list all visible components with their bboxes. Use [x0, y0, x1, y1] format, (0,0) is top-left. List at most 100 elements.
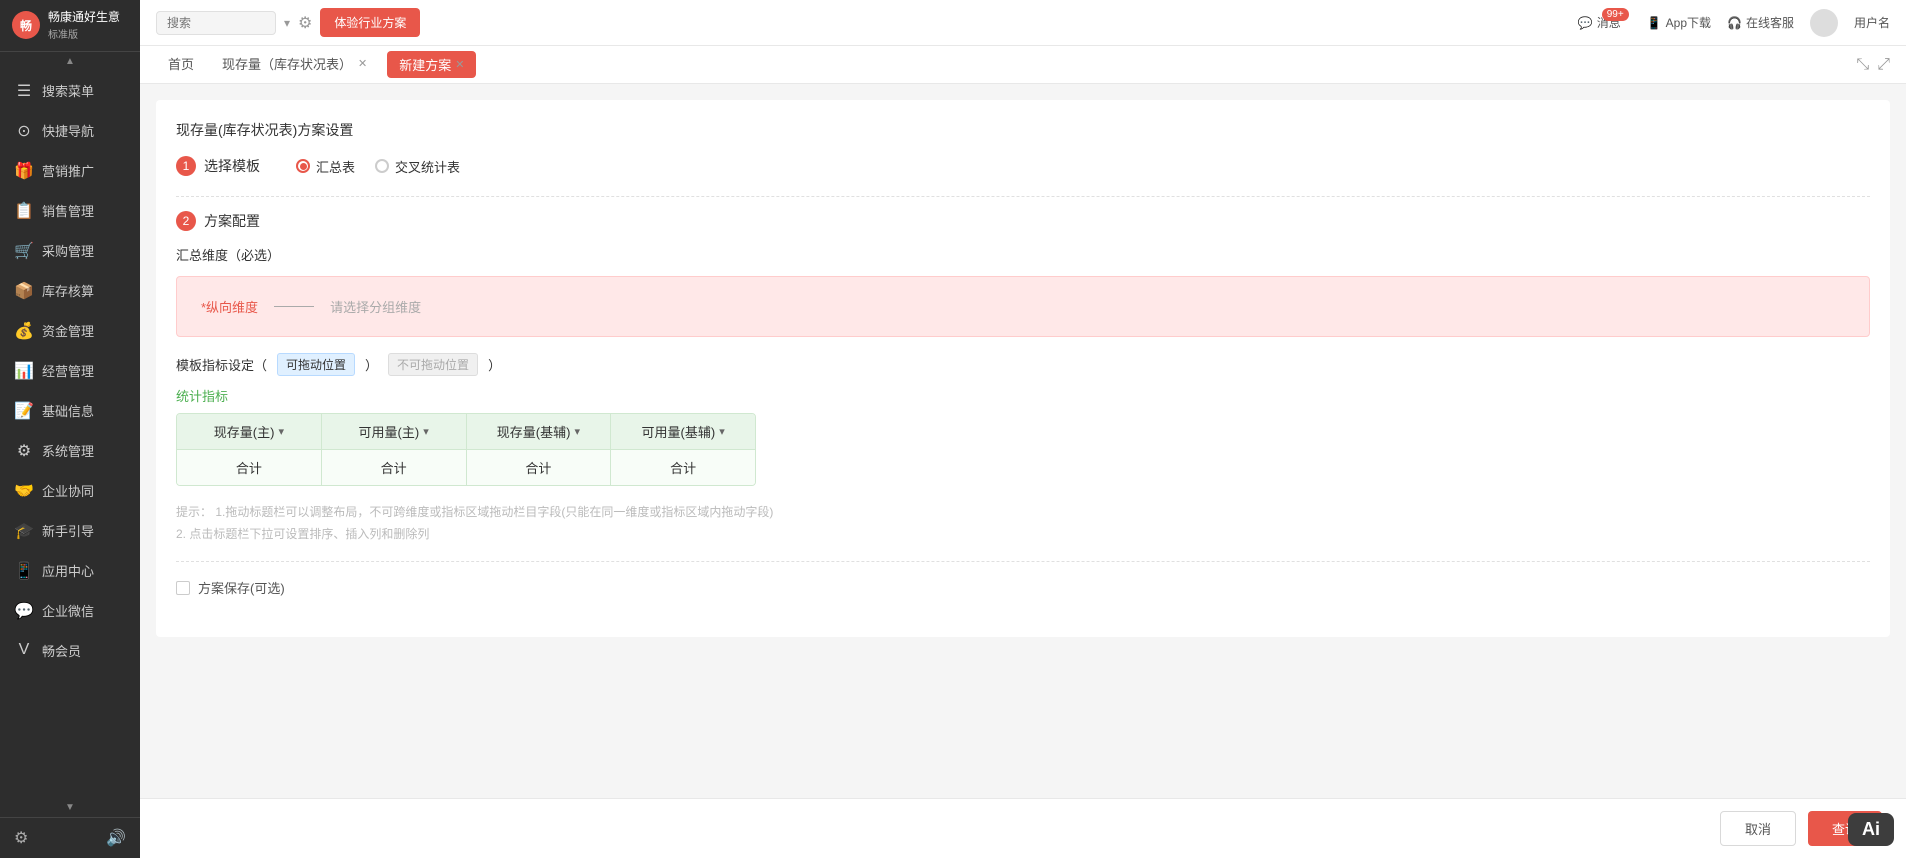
draggable-badge: 可拖动位置 [277, 353, 355, 376]
maximize-icon[interactable]: ⤡ [1856, 56, 1869, 74]
sidebar-scroll-up[interactable]: ▲ [0, 52, 140, 71]
stats-section: 统计指标 现存量(主) ▾ 可用量(主) ▾ [176, 386, 1870, 486]
col-footer-3: 合计 [611, 449, 755, 485]
chevron-icon-0: ▾ [278, 425, 284, 438]
tab-bar: 首页 现存量（库存状况表） ✕ 新建方案 ✕ ⤡ ⤢ [140, 46, 1906, 84]
username-label: 用户名 [1854, 14, 1890, 31]
app-download-button[interactable]: 📱 App下载 [1647, 14, 1711, 31]
sidebar-item-finance[interactable]: 💰 资金管理 [0, 311, 140, 351]
content-area: 现存量(库存状况表)方案设置 1 选择模板 汇总表 交叉统计表 [140, 84, 1906, 798]
avatar[interactable] [1810, 9, 1838, 37]
tab-close-icon[interactable]: ✕ [358, 57, 367, 70]
radio-dot-summary [296, 159, 310, 173]
system-icon: ⚙ [14, 441, 34, 461]
tab-new-plan[interactable]: 新建方案 ✕ [387, 51, 476, 78]
sidebar-item-basic-info[interactable]: 📝 基础信息 [0, 391, 140, 431]
sidebar-scroll-down[interactable]: ▼ [0, 798, 140, 817]
section-plan: 2 方案配置 汇总维度（必选） *纵向维度 请选择分组维度 模板指标设定（ 可拖… [176, 211, 1870, 597]
sidebar-item-label: 经营管理 [42, 361, 94, 380]
col-header-0[interactable]: 现存量(主) ▾ [177, 414, 322, 449]
section1-title: 选择模板 [204, 156, 260, 176]
sidebar-item-app-center[interactable]: 📱 应用中心 [0, 551, 140, 591]
sidebar-item-sales[interactable]: 📋 销售管理 [0, 191, 140, 231]
chevron-icon-3: ▾ [719, 425, 725, 438]
required-field-label: *纵向维度 [201, 297, 258, 316]
sidebar-item-label: 企业微信 [42, 601, 94, 620]
marketing-icon: 🎁 [14, 161, 34, 181]
inventory-icon: 📦 [14, 281, 34, 301]
tips-area: 提示： 1.拖动标题栏可以调整布局，不可跨维度或指标区域拖动栏目字段(只能在同一… [176, 502, 1870, 545]
radio-cross[interactable]: 交叉统计表 [375, 157, 460, 176]
basic-info-icon: 📝 [14, 401, 34, 421]
sidebar-item-label: 资金管理 [42, 321, 94, 340]
tab-controls: ⤡ ⤢ [1856, 56, 1890, 74]
sidebar-item-system[interactable]: ⚙ 系统管理 [0, 431, 140, 471]
tab-new-close-icon[interactable]: ✕ [455, 58, 464, 71]
app-edition: 标准版 [48, 26, 120, 41]
gear-icon[interactable]: ⚙ [298, 13, 312, 33]
sidebar-item-label: 快捷导航 [42, 121, 94, 140]
sidebar-item-label: 基础信息 [42, 401, 94, 420]
dimension-label: 汇总维度（必选） [176, 245, 1870, 264]
section2-title: 方案配置 [204, 211, 260, 231]
sidebar-item-membership[interactable]: V 畅会员 [0, 631, 140, 670]
required-dimension-area: *纵向维度 请选择分组维度 [176, 276, 1870, 337]
sidebar-bottom: ⚙ 🔊 [0, 817, 140, 858]
tip-1: 提示： 1.拖动标题栏可以调整布局，不可跨维度或指标区域拖动栏目字段(只能在同一… [176, 502, 1870, 524]
col-header-3[interactable]: 可用量(基辅) ▾ [611, 414, 755, 449]
sidebar-item-quick-nav[interactable]: ⊙ 快捷导航 [0, 111, 140, 151]
section-divider-1 [176, 196, 1870, 197]
tab-new-label: 新建方案 [399, 55, 451, 74]
sidebar-item-contracts[interactable]: 🤝 企业协同 [0, 471, 140, 511]
dimension-placeholder[interactable]: 请选择分组维度 [330, 297, 421, 316]
sidebar-item-label: 系统管理 [42, 441, 94, 460]
tab-inventory-status[interactable]: 现存量（库存状况表） ✕ [210, 46, 379, 83]
chevron-down-icon[interactable]: ▾ [284, 16, 290, 30]
search-menu-icon: ☰ [14, 81, 34, 101]
trial-button[interactable]: 体验行业方案 [320, 8, 420, 37]
stats-title: 统计指标 [176, 386, 1870, 405]
contracts-icon: 🤝 [14, 481, 34, 501]
message-badge: 99+ [1602, 8, 1629, 21]
audio-icon[interactable]: 🔊 [106, 828, 126, 848]
purchase-icon: 🛒 [14, 241, 34, 261]
search-input[interactable] [156, 11, 276, 35]
chevron-icon-1: ▾ [423, 425, 429, 438]
sidebar-item-wechat[interactable]: 💬 企业微信 [0, 591, 140, 631]
app-name: 畅康通好生意 [48, 10, 120, 26]
sidebar-item-label: 新手引导 [42, 521, 94, 540]
ai-label: Ai [1862, 819, 1880, 840]
operations-icon: 📊 [14, 361, 34, 381]
message-button[interactable]: 💬 消息 99+ [1578, 14, 1621, 31]
sidebar-item-marketing[interactable]: 🎁 营销推广 [0, 151, 140, 191]
col-header-2[interactable]: 现存量(基辅) ▾ [467, 414, 612, 449]
sidebar-item-inventory[interactable]: 📦 库存核算 [0, 271, 140, 311]
sidebar-item-newbie[interactable]: 🎓 新手引导 [0, 511, 140, 551]
settings-icon[interactable]: ⚙ [14, 828, 28, 848]
topbar-left: ▾ ⚙ 体验行业方案 [156, 8, 1566, 37]
col-footer-1: 合计 [322, 449, 467, 485]
col-header-1[interactable]: 可用量(主) ▾ [322, 414, 467, 449]
stats-table: 现存量(主) ▾ 可用量(主) ▾ 现存量(基辅) ▾ [176, 413, 756, 486]
sidebar-item-label: 应用中心 [42, 561, 94, 580]
app-center-icon: 📱 [14, 561, 34, 581]
sidebar-item-label: 销售管理 [42, 201, 94, 220]
sidebar-item-purchase[interactable]: 🛒 采购管理 [0, 231, 140, 271]
expand-icon[interactable]: ⤢ [1877, 56, 1890, 74]
tab-home-label: 首页 [168, 54, 194, 73]
template-options: 汇总表 交叉统计表 [296, 157, 460, 176]
cancel-button[interactable]: 取消 [1720, 811, 1796, 846]
sidebar-item-operations[interactable]: 📊 经营管理 [0, 351, 140, 391]
tab-home[interactable]: 首页 [156, 46, 206, 83]
sidebar-item-search-menu[interactable]: ☰ 搜索菜单 [0, 71, 140, 111]
save-checkbox[interactable] [176, 581, 190, 595]
radio-cross-label: 交叉统计表 [395, 157, 460, 176]
radio-summary[interactable]: 汇总表 [296, 157, 355, 176]
radio-summary-label: 汇总表 [316, 157, 355, 176]
online-service-button[interactable]: 🎧 在线客服 [1727, 14, 1794, 31]
newbie-icon: 🎓 [14, 521, 34, 541]
service-label: 在线客服 [1746, 14, 1794, 31]
tip-2: 2. 点击标题栏下拉可设置排序、插入列和删除列 [176, 524, 1870, 546]
stats-table-body: 合计 合计 合计 合计 [177, 449, 755, 485]
app-label: App下载 [1666, 14, 1711, 31]
